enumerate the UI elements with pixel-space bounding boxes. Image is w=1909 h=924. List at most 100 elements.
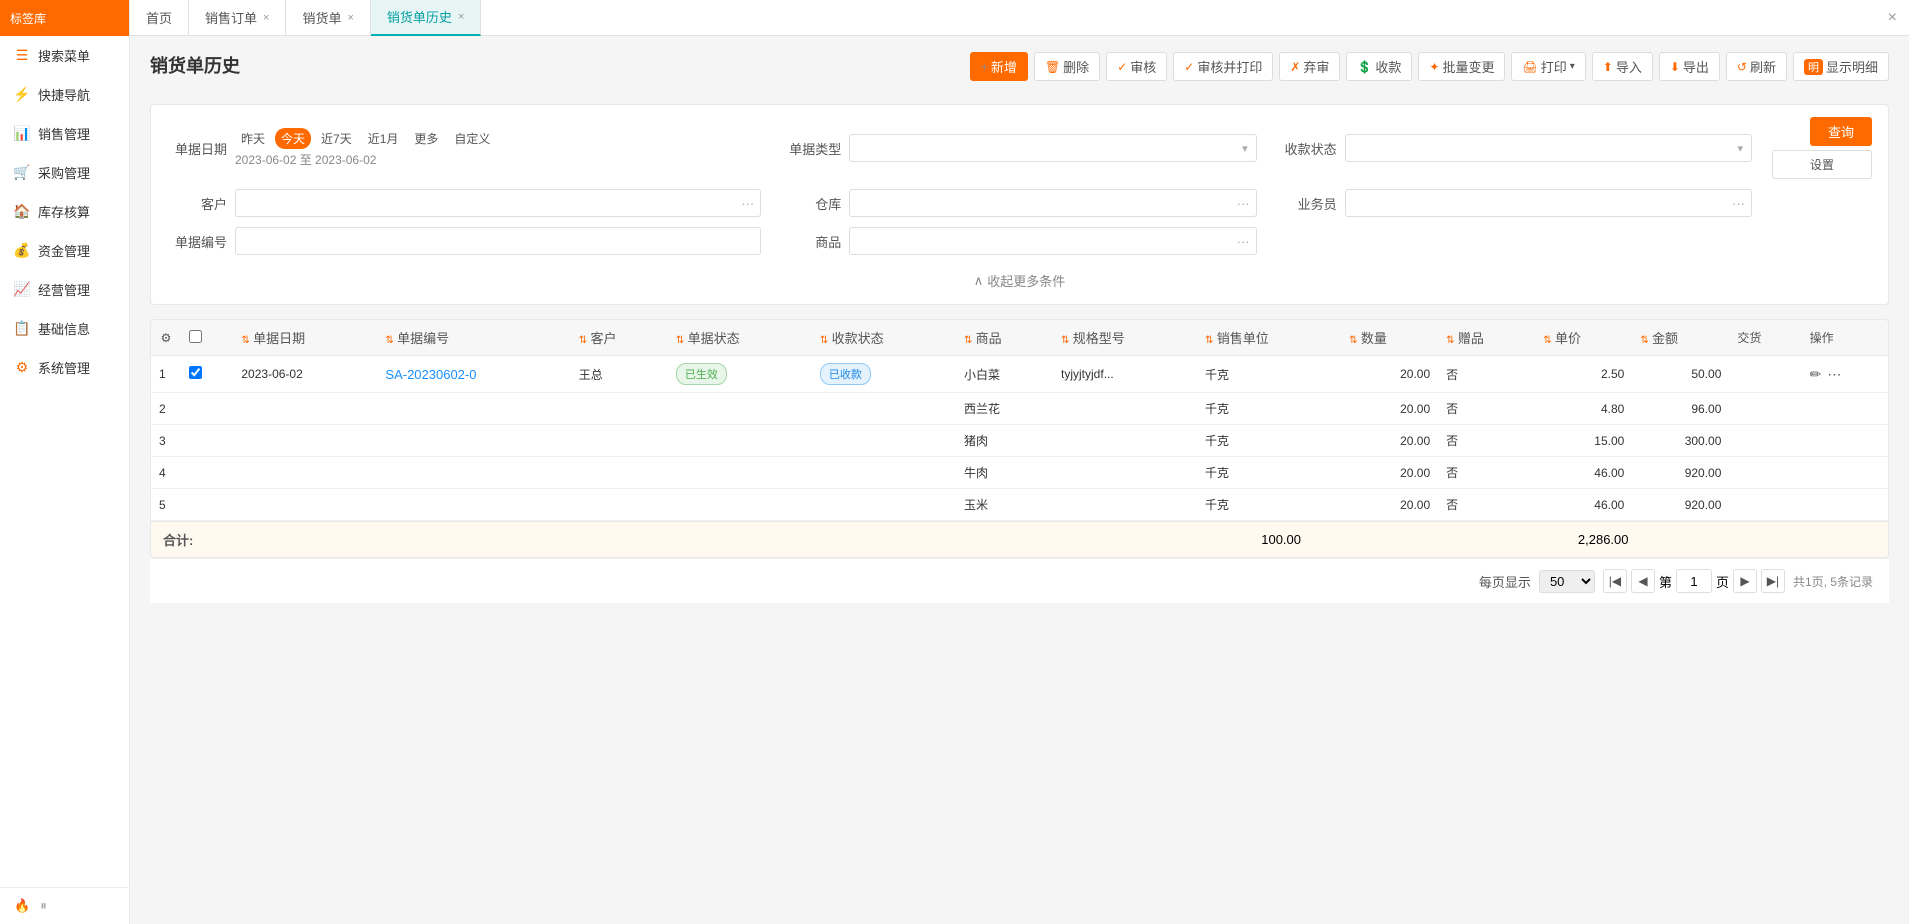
page-input[interactable]	[1676, 569, 1712, 593]
audit-button[interactable]: ✓ 审核	[1106, 52, 1167, 81]
import-button[interactable]: ⬆ 导入	[1592, 52, 1653, 81]
last-page-btn[interactable]: ▶|	[1761, 569, 1785, 593]
staff-label: 业务员	[1277, 194, 1337, 213]
row-doc-date: 2023-06-02	[233, 356, 377, 393]
th-qty[interactable]: ⇅ 数量	[1341, 320, 1438, 356]
sort-icon: ⇅	[1446, 335, 1454, 346]
th-unit-price[interactable]: ⇅ 单价	[1535, 320, 1632, 356]
tab-sales-order[interactable]: 销售订单 ×	[189, 0, 286, 36]
finance-icon: 💰	[14, 243, 30, 259]
more-icon[interactable]: ⋯	[1827, 366, 1841, 383]
sidebar-item-operations[interactable]: 📈 经营管理	[0, 270, 129, 309]
doc-no-input[interactable]	[235, 227, 761, 255]
row-select[interactable]	[189, 366, 202, 379]
sidebar-item-quick-nav[interactable]: ⚡ 快捷导航	[0, 75, 129, 114]
warehouse-label: 仓库	[781, 194, 841, 213]
staff-dots[interactable]: ···	[1726, 196, 1751, 211]
search-menu-icon: ☰	[14, 48, 30, 64]
print-button[interactable]: 🖨 打印 ▾	[1511, 52, 1585, 81]
sidebar-item-label: 搜索菜单	[38, 46, 90, 65]
next-page-btn[interactable]: ▶	[1733, 569, 1757, 593]
customer-dots[interactable]: ···	[735, 196, 760, 211]
settings-button[interactable]: 设置	[1772, 150, 1872, 179]
date-shortcut-7days[interactable]: 近7天	[315, 128, 358, 149]
row-checkbox	[181, 425, 233, 457]
sidebar-item-search-menu[interactable]: ☰ 搜索菜单	[0, 36, 129, 75]
staff-input[interactable]	[1346, 192, 1726, 215]
sidebar-item-finance[interactable]: 💰 资金管理	[0, 231, 129, 270]
collect-button[interactable]: 💲 收款	[1346, 52, 1412, 81]
tab-sales-goods-close[interactable]: ×	[347, 12, 353, 24]
th-doc-date[interactable]: ⇅ 单据日期	[233, 320, 377, 356]
date-shortcut-custom[interactable]: 自定义	[448, 128, 496, 149]
th-spec[interactable]: ⇅ 规格型号	[1053, 320, 1197, 356]
filter-customer: 客户 ···	[167, 189, 761, 217]
warehouse-input[interactable]	[850, 192, 1230, 215]
payment-status-select[interactable]: ▾	[1345, 134, 1752, 162]
show-detail-button[interactable]: 明 显示明细	[1793, 52, 1889, 81]
tab-home[interactable]: 首页	[130, 0, 189, 36]
tab-home-label: 首页	[146, 8, 172, 27]
per-page-select[interactable]: 50 100 200	[1539, 570, 1595, 593]
delete-button[interactable]: 🗑 删除	[1034, 52, 1100, 81]
th-doc-no[interactable]: ⇅ 单据编号	[377, 320, 570, 356]
doc-type-select[interactable]: ▾	[849, 134, 1256, 162]
date-shortcut-today[interactable]: 今天	[275, 128, 311, 149]
purchase-mgmt-icon: 🛒	[14, 165, 30, 181]
first-page-btn[interactable]: |◀	[1603, 569, 1627, 593]
prev-page-btn[interactable]: ◀	[1631, 569, 1655, 593]
date-shortcut-more[interactable]: 更多	[408, 128, 444, 149]
row-spec	[1053, 489, 1197, 521]
edit-icon[interactable]: ✏	[1810, 366, 1822, 383]
date-shortcut-1month[interactable]: 近1月	[362, 128, 405, 149]
th-payment-status[interactable]: ⇅ 收款状态	[812, 320, 956, 356]
row-goods: 牛肉	[956, 457, 1053, 489]
th-customer[interactable]: ⇅ 客户	[571, 320, 668, 356]
audit-print-button[interactable]: ✓ 审核并打印	[1173, 52, 1273, 81]
row-unit-price: 15.00	[1535, 425, 1632, 457]
date-shortcut-yesterday[interactable]: 昨天	[235, 128, 271, 149]
doc-no-link[interactable]: SA-20230602-0	[385, 367, 476, 382]
fire-icon[interactable]: 🔥	[14, 898, 30, 914]
th-gear[interactable]: ⚙	[151, 320, 181, 356]
filter-row-3: 单据编号 商品 ···	[167, 227, 1872, 255]
query-button[interactable]: 查询	[1810, 117, 1872, 146]
sidebar-item-purchase-mgmt[interactable]: 🛒 采购管理	[0, 153, 129, 192]
sidebar-item-base-info[interactable]: 📋 基础信息	[0, 309, 129, 348]
export-icon: ⬇	[1670, 60, 1680, 74]
goods-dots[interactable]: ···	[1231, 234, 1256, 249]
export-button[interactable]: ⬇ 导出	[1659, 52, 1720, 81]
sidebar-item-inventory[interactable]: 🏠 库存核算	[0, 192, 129, 231]
th-unit[interactable]: ⇅ 销售单位	[1197, 320, 1341, 356]
audit-icon: ✓	[1117, 60, 1127, 74]
tab-sales-history[interactable]: 销货单历史 ×	[371, 0, 481, 36]
filter-doc-no: 单据编号	[167, 227, 761, 255]
th-goods[interactable]: ⇅ 商品	[956, 320, 1053, 356]
collapse-filter-btn[interactable]: ∧ 收起更多条件	[167, 265, 1872, 292]
sidebar-item-label: 经营管理	[38, 280, 90, 299]
th-doc-status[interactable]: ⇅ 单据状态	[668, 320, 812, 356]
abandon-button[interactable]: ✗ 弃审	[1279, 52, 1340, 81]
tab-sales-order-close[interactable]: ×	[263, 12, 269, 24]
batch-change-button[interactable]: ✦ 批量变更	[1418, 52, 1505, 81]
th-gift[interactable]: ⇅ 赠品	[1438, 320, 1535, 356]
goods-input[interactable]	[850, 230, 1230, 253]
row-unit-price: 46.00	[1535, 489, 1632, 521]
tab-sales-goods[interactable]: 销货单 ×	[286, 0, 370, 36]
pause-icon[interactable]: ⏸	[40, 898, 47, 914]
warehouse-dots[interactable]: ···	[1231, 196, 1256, 211]
customer-label: 客户	[167, 194, 227, 213]
sidebar-item-system[interactable]: ⚙ 系统管理	[0, 348, 129, 387]
date-label: 单据日期	[167, 139, 227, 158]
filter-area: 单据日期 昨天 今天 近7天 近1月 更多 自定义 2023-06-02 至 2…	[150, 104, 1889, 305]
customer-input[interactable]	[236, 192, 735, 215]
select-all-checkbox[interactable]	[189, 330, 202, 343]
new-button[interactable]: + 新增	[970, 52, 1028, 81]
sidebar: 标签库 ☰ 搜索菜单 ⚡ 快捷导航 📊 销售管理 🛒 采购管理 🏠 库存核算 💰…	[0, 0, 130, 924]
table-row: 1 2023-06-02 SA-20230602-0 王总 已生效 已收款 小白…	[151, 356, 1888, 393]
sidebar-item-sales-mgmt[interactable]: 📊 销售管理	[0, 114, 129, 153]
th-amount[interactable]: ⇅ 金额	[1632, 320, 1729, 356]
refresh-button[interactable]: ↺ 刷新	[1726, 52, 1787, 81]
close-all-tabs[interactable]: ×	[1876, 9, 1909, 27]
tab-sales-history-close[interactable]: ×	[458, 11, 464, 23]
